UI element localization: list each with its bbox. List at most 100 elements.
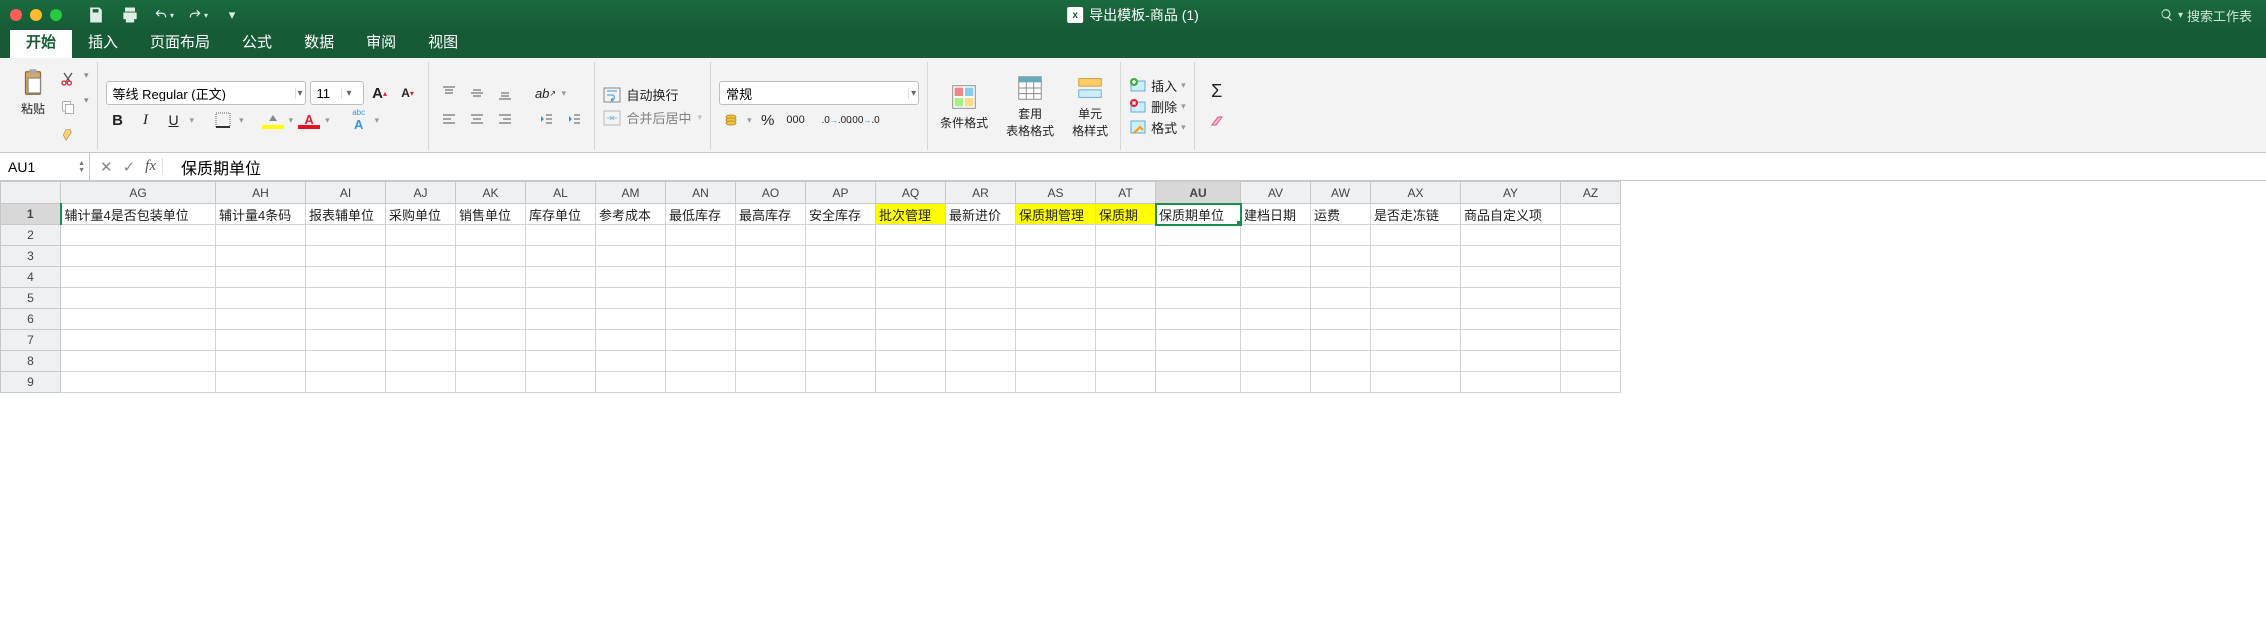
cell[interactable] — [736, 351, 806, 372]
cell[interactable] — [806, 246, 876, 267]
cell[interactable] — [806, 225, 876, 246]
decrease-indent-button[interactable] — [534, 108, 558, 130]
bold-button[interactable]: B — [106, 109, 130, 131]
align-left-button[interactable] — [437, 108, 461, 130]
currency-dropdown[interactable]: ▾ — [747, 115, 752, 126]
cell[interactable] — [876, 309, 946, 330]
column-header[interactable]: AU — [1156, 182, 1241, 204]
cell[interactable] — [1016, 309, 1096, 330]
cell[interactable] — [456, 225, 526, 246]
cell[interactable] — [1561, 246, 1621, 267]
cell[interactable] — [876, 225, 946, 246]
number-format-input[interactable] — [720, 86, 908, 101]
fx-icon[interactable]: fx — [145, 158, 163, 175]
cell[interactable] — [1096, 351, 1156, 372]
close-window-button[interactable] — [10, 9, 22, 21]
cell[interactable] — [1156, 309, 1241, 330]
merge-center-button[interactable]: 合并后居中 ▾ — [603, 108, 703, 127]
row-header[interactable]: 1 — [1, 204, 61, 225]
cell[interactable]: 保质期管理 — [1016, 204, 1096, 225]
cell[interactable] — [1311, 309, 1371, 330]
row-header[interactable]: 8 — [1, 351, 61, 372]
cell[interactable] — [306, 372, 386, 393]
cell[interactable] — [1461, 267, 1561, 288]
cell[interactable]: 商品自定义项 — [1461, 204, 1561, 225]
cell[interactable] — [1241, 246, 1311, 267]
cell[interactable] — [1241, 351, 1311, 372]
cell[interactable] — [1016, 372, 1096, 393]
cell[interactable] — [946, 288, 1016, 309]
cell[interactable] — [306, 309, 386, 330]
copy-dropdown[interactable]: ▾ — [84, 95, 89, 106]
cell[interactable] — [1311, 225, 1371, 246]
cell[interactable] — [1096, 372, 1156, 393]
cell[interactable] — [456, 330, 526, 351]
cell[interactable] — [1561, 288, 1621, 309]
insert-cells-button[interactable]: 插入▾ — [1129, 76, 1186, 95]
cell[interactable] — [216, 246, 306, 267]
cell[interactable] — [1016, 288, 1096, 309]
cell[interactable] — [1016, 267, 1096, 288]
cell[interactable] — [946, 267, 1016, 288]
cell[interactable] — [1096, 288, 1156, 309]
cell[interactable] — [386, 372, 456, 393]
font-size-combo[interactable]: ▾ — [310, 81, 364, 105]
cell[interactable] — [1561, 330, 1621, 351]
cell[interactable] — [1371, 309, 1461, 330]
cell[interactable] — [306, 225, 386, 246]
cell[interactable]: 安全库存 — [806, 204, 876, 225]
cell[interactable] — [596, 372, 666, 393]
customize-qat-icon[interactable]: ▾ — [222, 5, 242, 25]
cell[interactable]: 采购单位 — [386, 204, 456, 225]
column-header[interactable]: AR — [946, 182, 1016, 204]
cell[interactable] — [1371, 330, 1461, 351]
cell[interactable] — [1156, 288, 1241, 309]
underline-button[interactable]: U — [162, 109, 186, 131]
align-top-button[interactable] — [437, 82, 461, 104]
cell[interactable] — [1371, 288, 1461, 309]
format-cells-button[interactable]: 格式▾ — [1129, 118, 1186, 137]
cell[interactable] — [806, 288, 876, 309]
cut-button[interactable] — [56, 68, 80, 90]
cell[interactable] — [1461, 372, 1561, 393]
column-header[interactable]: AT — [1096, 182, 1156, 204]
cell[interactable] — [1241, 267, 1311, 288]
cell[interactable] — [306, 330, 386, 351]
cell[interactable] — [1461, 225, 1561, 246]
italic-button[interactable]: I — [134, 109, 158, 131]
cell[interactable] — [526, 288, 596, 309]
cell[interactable] — [61, 246, 216, 267]
align-bottom-button[interactable] — [493, 82, 517, 104]
cell[interactable] — [306, 351, 386, 372]
cell[interactable] — [736, 309, 806, 330]
cancel-edit-button[interactable]: ✕ — [100, 158, 113, 176]
cell[interactable] — [386, 288, 456, 309]
column-header[interactable]: AL — [526, 182, 596, 204]
maximize-window-button[interactable] — [50, 9, 62, 21]
cell[interactable] — [946, 246, 1016, 267]
cell[interactable] — [1156, 351, 1241, 372]
cell[interactable] — [736, 267, 806, 288]
cell[interactable] — [1461, 246, 1561, 267]
increase-font-button[interactable]: A▴ — [368, 82, 392, 104]
cell[interactable] — [216, 351, 306, 372]
redo-icon[interactable]: ▾ — [188, 5, 208, 25]
font-name-combo[interactable]: ▾ — [106, 81, 306, 105]
font-size-input[interactable] — [311, 86, 341, 101]
cell[interactable] — [1096, 309, 1156, 330]
column-header[interactable]: AM — [596, 182, 666, 204]
cell[interactable]: 库存单位 — [526, 204, 596, 225]
wrap-text-button[interactable]: 自动换行 — [603, 85, 703, 104]
cell[interactable] — [1561, 351, 1621, 372]
column-header[interactable]: AP — [806, 182, 876, 204]
cell[interactable] — [596, 288, 666, 309]
cell-styles-button[interactable]: 单元 格样式 — [1068, 71, 1112, 141]
name-box-input[interactable] — [0, 159, 60, 175]
cell[interactable]: 是否走冻链 — [1371, 204, 1461, 225]
paste-button[interactable]: 粘贴 — [14, 66, 52, 119]
column-header[interactable]: AH — [216, 182, 306, 204]
underline-dropdown[interactable]: ▾ — [190, 115, 195, 126]
copy-button[interactable] — [56, 96, 80, 118]
cell[interactable] — [306, 246, 386, 267]
cell[interactable]: 运费 — [1311, 204, 1371, 225]
